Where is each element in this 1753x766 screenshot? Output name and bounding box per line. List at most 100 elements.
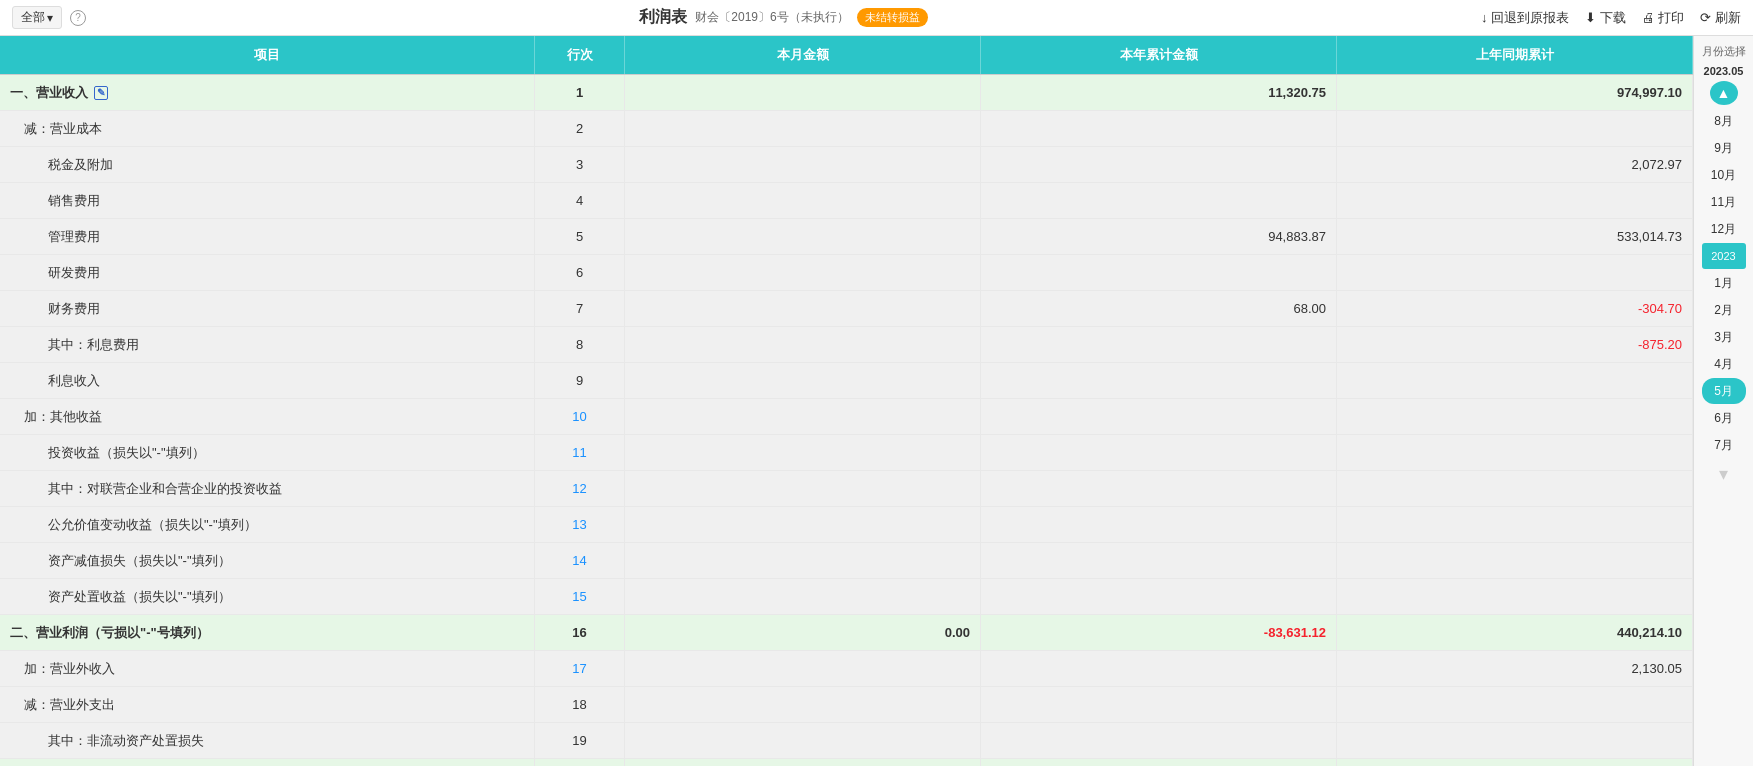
last-year-cell: -304.70 [1337, 291, 1693, 326]
refresh-button[interactable]: ⟳ 刷新 [1700, 9, 1741, 27]
download-button[interactable]: ⬇ 下载 [1585, 9, 1626, 27]
row-number-cell: 9 [535, 363, 625, 398]
row-number-cell: 6 [535, 255, 625, 290]
profit-table: 项目 行次 本月金额 本年累计金额 上年同期累计 一、营业收入✎111,320.… [0, 36, 1693, 766]
row-number-cell: 15 [535, 579, 625, 614]
table-header: 项目 行次 本月金额 本年累计金额 上年同期累计 [0, 36, 1693, 75]
month-item[interactable]: 7月 [1702, 432, 1746, 458]
current-month-cell [625, 363, 981, 398]
last-year-cell: -875.20 [1337, 327, 1693, 362]
col-item: 项目 [0, 36, 535, 74]
back-button[interactable]: ↓ 回退到原报表 [1481, 9, 1569, 27]
current-month-cell [625, 399, 981, 434]
row-number-cell: 12 [535, 471, 625, 506]
filter-dropdown[interactable]: 全部 ▾ [12, 6, 62, 29]
current-month-cell [625, 255, 981, 290]
item-cell: 加：营业外收入 [0, 651, 535, 686]
table-row: 其中：非流动资产处置损失19 [0, 723, 1693, 759]
month-down-icon[interactable]: ▾ [1719, 463, 1728, 485]
table-row: 研发费用6 [0, 255, 1693, 291]
month-item[interactable]: 10月 [1702, 162, 1746, 188]
edit-icon[interactable]: ✎ [94, 86, 108, 100]
month-item[interactable]: 4月 [1702, 351, 1746, 377]
month-item[interactable]: 12月 [1702, 216, 1746, 242]
current-year-cell: 68.00 [981, 291, 1337, 326]
month-list: 8月9月10月11月12月20231月2月3月4月5月6月7月 [1702, 107, 1746, 459]
month-item[interactable]: 3月 [1702, 324, 1746, 350]
row-number-cell: 4 [535, 183, 625, 218]
current-year-cell [981, 723, 1337, 758]
month-item[interactable]: 6月 [1702, 405, 1746, 431]
last-year-cell: 440,214.10 [1337, 615, 1693, 650]
item-cell: 公允价值变动收益（损失以"-"填列） [0, 507, 535, 542]
current-month-cell [625, 543, 981, 578]
row-number-cell: 13 [535, 507, 625, 542]
last-year-cell: 974,997.10 [1337, 75, 1693, 110]
row-number-cell: 16 [535, 615, 625, 650]
table-row: 减：营业成本2 [0, 111, 1693, 147]
month-item[interactable]: 1月 [1702, 270, 1746, 296]
last-year-cell [1337, 471, 1693, 506]
month-item[interactable]: 5月 [1702, 378, 1746, 404]
current-year-cell: -83,631.12 [981, 615, 1337, 650]
last-year-cell [1337, 399, 1693, 434]
item-cell: 投资收益（损失以"-"填列） [0, 435, 535, 470]
last-year-cell [1337, 543, 1693, 578]
item-cell: 减：营业外支出 [0, 687, 535, 722]
row-number-cell: 11 [535, 435, 625, 470]
month-item[interactable]: 11月 [1702, 189, 1746, 215]
row-number-cell: 20 [535, 759, 625, 766]
item-label: 其中：对联营企业和合营企业的投资收益 [48, 480, 282, 498]
current-year-cell [981, 651, 1337, 686]
month-item[interactable]: 8月 [1702, 108, 1746, 134]
header-right: ↓ 回退到原报表 ⬇ 下载 🖨 打印 ⟳ 刷新 [1481, 9, 1741, 27]
last-year-cell: 2,072.97 [1337, 147, 1693, 182]
item-label: 减：营业成本 [24, 120, 102, 138]
table-row: 投资收益（损失以"-"填列）11 [0, 435, 1693, 471]
row-number-cell: 19 [535, 723, 625, 758]
current-month-cell [625, 723, 981, 758]
month-sidebar: 月份选择 2023.05 ▲ 8月9月10月11月12月20231月2月3月4月… [1693, 36, 1753, 766]
current-year-cell [981, 183, 1337, 218]
table-row: 加：营业外收入17 2,130.05 [0, 651, 1693, 687]
current-year-cell: 11,320.75 [981, 75, 1337, 110]
item-cell: 税金及附加 [0, 147, 535, 182]
item-label: 税金及附加 [48, 156, 113, 174]
current-month-cell [625, 507, 981, 542]
current-month-cell [625, 327, 981, 362]
help-icon[interactable]: ? [70, 10, 86, 26]
month-item[interactable]: 2月 [1702, 297, 1746, 323]
current-month-cell [625, 687, 981, 722]
current-month-cell [625, 651, 981, 686]
item-cell: 利息收入 [0, 363, 535, 398]
table-row: 三、利润总额（亏损总额以"-"号填列）200.00-83,631.12442,3… [0, 759, 1693, 766]
main-layout: 项目 行次 本月金额 本年累计金额 上年同期累计 一、营业收入✎111,320.… [0, 36, 1753, 766]
col-current-month: 本月金额 [625, 36, 981, 74]
month-item[interactable]: 2023 [1702, 243, 1746, 269]
row-number-cell: 1 [535, 75, 625, 110]
row-number-cell: 3 [535, 147, 625, 182]
item-cell: 二、营业利润（亏损以"-"号填列） [0, 615, 535, 650]
item-label: 销售费用 [48, 192, 100, 210]
row-number-cell: 10 [535, 399, 625, 434]
table-row: 财务费用768.00-304.70 [0, 291, 1693, 327]
item-cell: 三、利润总额（亏损总额以"-"号填列） [0, 759, 535, 766]
month-item[interactable]: 9月 [1702, 135, 1746, 161]
last-year-cell [1337, 507, 1693, 542]
month-up-button[interactable]: ▲ [1710, 81, 1738, 105]
current-month-cell [625, 291, 981, 326]
item-cell: 资产减值损失（损失以"-"填列） [0, 543, 535, 578]
current-year-cell [981, 363, 1337, 398]
month-year-label: 2023.05 [1704, 63, 1744, 79]
table-row: 税金及附加 3 2,072.97 [0, 147, 1693, 183]
print-button[interactable]: 🖨 打印 [1642, 9, 1685, 27]
item-label: 加：其他收益 [24, 408, 102, 426]
row-number-cell: 7 [535, 291, 625, 326]
table-row: 销售费用 4 [0, 183, 1693, 219]
last-year-cell [1337, 255, 1693, 290]
current-month-cell [625, 219, 981, 254]
current-year-cell [981, 579, 1337, 614]
current-month-cell [625, 471, 981, 506]
row-number-cell: 17 [535, 651, 625, 686]
last-year-cell: 2,130.05 [1337, 651, 1693, 686]
